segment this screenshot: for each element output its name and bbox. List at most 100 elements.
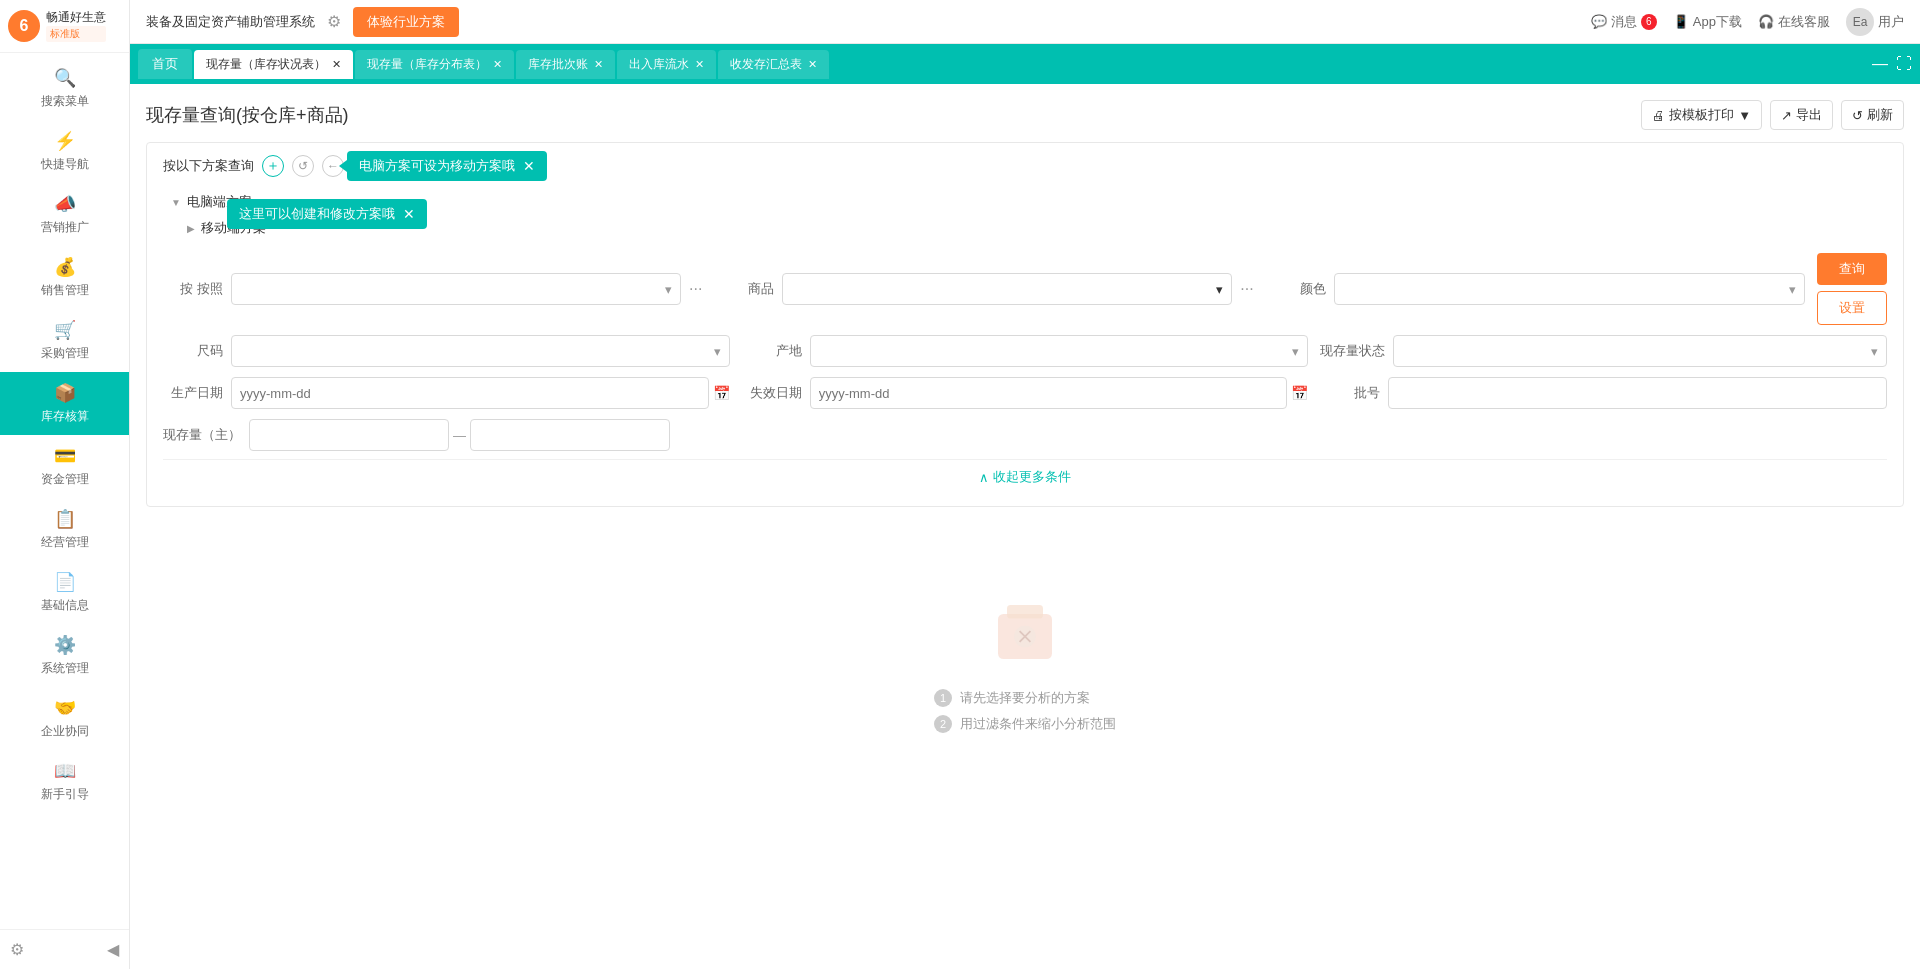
- topbar-gear-icon[interactable]: ⚙: [327, 12, 341, 31]
- sidebar-item-sales[interactable]: 💰 销售管理: [0, 246, 129, 309]
- sidebar-item-enterprise[interactable]: 🤝 企业协同: [0, 687, 129, 750]
- tab-home[interactable]: 首页: [138, 49, 192, 79]
- settings-icon[interactable]: ⚙: [10, 940, 24, 959]
- origin-select[interactable]: ▾: [810, 335, 1309, 367]
- app-download-btn[interactable]: 📱 App下载: [1673, 13, 1742, 31]
- scheme-tooltip-popup: 电脑方案可设为移动方案哦 ✕: [347, 151, 547, 181]
- size-select[interactable]: ▾: [231, 335, 730, 367]
- origin-field: 产地 ▾: [742, 335, 1309, 367]
- tabs-bar: 首页 现存量（库存状况表） ✕ 现存量（库存分布表） ✕ 库存批次账 ✕ 出入库…: [130, 44, 1920, 84]
- stock-min-input[interactable]: [249, 419, 449, 451]
- topbar-right: 💬 消息 6 📱 App下载 🎧 在线客服 Ea 用户: [1591, 8, 1904, 36]
- topbar: 装备及固定资产辅助管理系统 ⚙ 体验行业方案 💬 消息 6 📱 App下载 🎧 …: [130, 0, 1920, 44]
- sidebar-footer: ⚙ ◀: [0, 929, 129, 969]
- fullscreen-icon[interactable]: ⛶: [1896, 55, 1912, 73]
- main-area: 装备及固定资产辅助管理系统 ⚙ 体验行业方案 💬 消息 6 📱 App下载 🎧 …: [130, 0, 1920, 969]
- export-button[interactable]: ↗ 导出: [1770, 100, 1833, 130]
- sidebar-item-label: 企业协同: [41, 723, 89, 740]
- logo-icon: 6: [8, 10, 40, 42]
- book-icon: 📖: [54, 760, 76, 782]
- message-icon: 💬: [1591, 14, 1607, 29]
- refresh-icon: ↺: [1852, 108, 1863, 123]
- collapse-icon[interactable]: ◀: [107, 940, 119, 959]
- sidebar-item-label: 搜索菜单: [41, 93, 89, 110]
- filter-area: 电脑方案可设为移动方案哦 ✕ 这里可以创建和修改方案哦 ✕ 按以下方案查询 ＋ …: [146, 142, 1904, 507]
- tab-flow[interactable]: 出入库流水 ✕: [617, 50, 716, 79]
- calendar-icon[interactable]: 📅: [713, 385, 730, 401]
- chevron-down-icon: ▼: [1738, 108, 1751, 123]
- stock-main-label: 现存量（主）: [163, 426, 241, 444]
- logo-text-area: 畅通好生意 标准版: [46, 10, 106, 42]
- calendar-icon[interactable]: 📅: [1291, 385, 1308, 401]
- stock-max-input[interactable]: [470, 419, 670, 451]
- sidebar-item-guide[interactable]: 📖 新手引导: [0, 750, 129, 813]
- tab-inventory-dist[interactable]: 现存量（库存分布表） ✕: [355, 50, 514, 79]
- expire-date-input[interactable]: [810, 377, 1288, 409]
- origin-label: 产地: [742, 342, 802, 360]
- filter-add-btn[interactable]: ＋: [262, 155, 284, 177]
- minimize-icon[interactable]: —: [1872, 55, 1888, 73]
- headset-icon: 🎧: [1758, 14, 1774, 29]
- page-title: 现存量查询(按仓库+商品): [146, 103, 349, 127]
- tab-close-icon[interactable]: ✕: [332, 58, 341, 71]
- tab-close-icon[interactable]: ✕: [695, 58, 704, 71]
- edit-tooltip-popup: 这里可以创建和修改方案哦 ✕: [227, 199, 427, 229]
- sidebar-item-finance[interactable]: 💳 资金管理: [0, 435, 129, 498]
- filter-rows: 按 按照 ▾ ··· 商品 ▾: [163, 253, 1887, 451]
- sidebar-item-purchase[interactable]: 🛒 采购管理: [0, 309, 129, 372]
- phone-icon: 📱: [1673, 14, 1689, 29]
- empty-state: 1 请先选择要分析的方案 2 用过滤条件来缩小分析范围: [146, 507, 1904, 813]
- produce-date-input[interactable]: [231, 377, 709, 409]
- reset-button[interactable]: 设置: [1817, 291, 1887, 325]
- search-button[interactable]: 查询: [1817, 253, 1887, 285]
- messages-btn[interactable]: 💬 消息 6: [1591, 13, 1657, 31]
- chevron-down-icon: ▾: [1789, 282, 1796, 297]
- sidebar-item-system[interactable]: ⚙️ 系统管理: [0, 624, 129, 687]
- sidebar-item-basic[interactable]: 📄 基础信息: [0, 561, 129, 624]
- tab-close-icon[interactable]: ✕: [808, 58, 817, 71]
- refresh-button[interactable]: ↺ 刷新: [1841, 100, 1904, 130]
- sidebar-item-search[interactable]: 🔍 搜索菜单: [0, 57, 129, 120]
- trial-button[interactable]: 体验行业方案: [353, 7, 459, 37]
- collapse-button[interactable]: ∧ 收起更多条件: [163, 459, 1887, 494]
- scheme-tooltip-close[interactable]: ✕: [523, 158, 535, 174]
- print-button[interactable]: 🖨 按模板打印 ▼: [1641, 100, 1762, 130]
- gear-icon: ⚙️: [54, 634, 76, 656]
- sidebar-item-marketing[interactable]: 📣 营销推广: [0, 183, 129, 246]
- chevron-down-icon: ▾: [1216, 282, 1223, 297]
- user-label: 用户: [1878, 13, 1904, 31]
- color-field: 颜色 ▾: [1266, 273, 1805, 305]
- goods-select[interactable]: ▾: [782, 273, 1232, 305]
- action-buttons: 查询 设置: [1817, 253, 1887, 325]
- tip-text-1: 请先选择要分析的方案: [960, 689, 1090, 707]
- sidebar-item-inventory[interactable]: 📦 库存核算: [0, 372, 129, 435]
- user-btn[interactable]: Ea 用户: [1846, 8, 1904, 36]
- sidebar-item-quick[interactable]: ⚡ 快捷导航: [0, 120, 129, 183]
- tab-batch-account[interactable]: 库存批次账 ✕: [516, 50, 615, 79]
- filter-row-3: 生产日期 📅 失效日期 📅: [163, 377, 1887, 409]
- filter-refresh-btn[interactable]: ↺: [292, 155, 314, 177]
- warehouse-dots[interactable]: ···: [689, 280, 702, 298]
- search-icon: 🔍: [54, 67, 76, 89]
- online-service-label: 在线客服: [1778, 13, 1830, 31]
- expire-date-field: 失效日期 📅: [742, 377, 1309, 409]
- tab-inventory-status[interactable]: 现存量（库存状况表） ✕: [194, 50, 353, 79]
- empty-tip-1: 1 请先选择要分析的方案: [934, 689, 1116, 707]
- stock-status-field: 现存量状态 ▾: [1320, 335, 1887, 367]
- color-select[interactable]: ▾: [1334, 273, 1805, 305]
- batch-input[interactable]: [1388, 377, 1887, 409]
- sidebar-logo: 6 畅通好生意 标准版: [0, 0, 129, 53]
- tab-summary[interactable]: 收发存汇总表 ✕: [718, 50, 829, 79]
- print-icon: 🖨: [1652, 108, 1665, 123]
- stock-status-select[interactable]: ▾: [1393, 335, 1887, 367]
- warehouse-label: 按 按照: [163, 280, 223, 298]
- warehouse-select[interactable]: ▾: [231, 273, 681, 305]
- stock-main-field: 现存量（主） —: [163, 419, 1887, 451]
- edit-tooltip-text: 这里可以创建和修改方案哦: [239, 205, 395, 223]
- tab-close-icon[interactable]: ✕: [594, 58, 603, 71]
- sidebar-item-business[interactable]: 📋 经营管理: [0, 498, 129, 561]
- tab-close-icon[interactable]: ✕: [493, 58, 502, 71]
- goods-dots[interactable]: ···: [1240, 280, 1253, 298]
- online-service-btn[interactable]: 🎧 在线客服: [1758, 13, 1830, 31]
- edit-tooltip-close[interactable]: ✕: [403, 206, 415, 222]
